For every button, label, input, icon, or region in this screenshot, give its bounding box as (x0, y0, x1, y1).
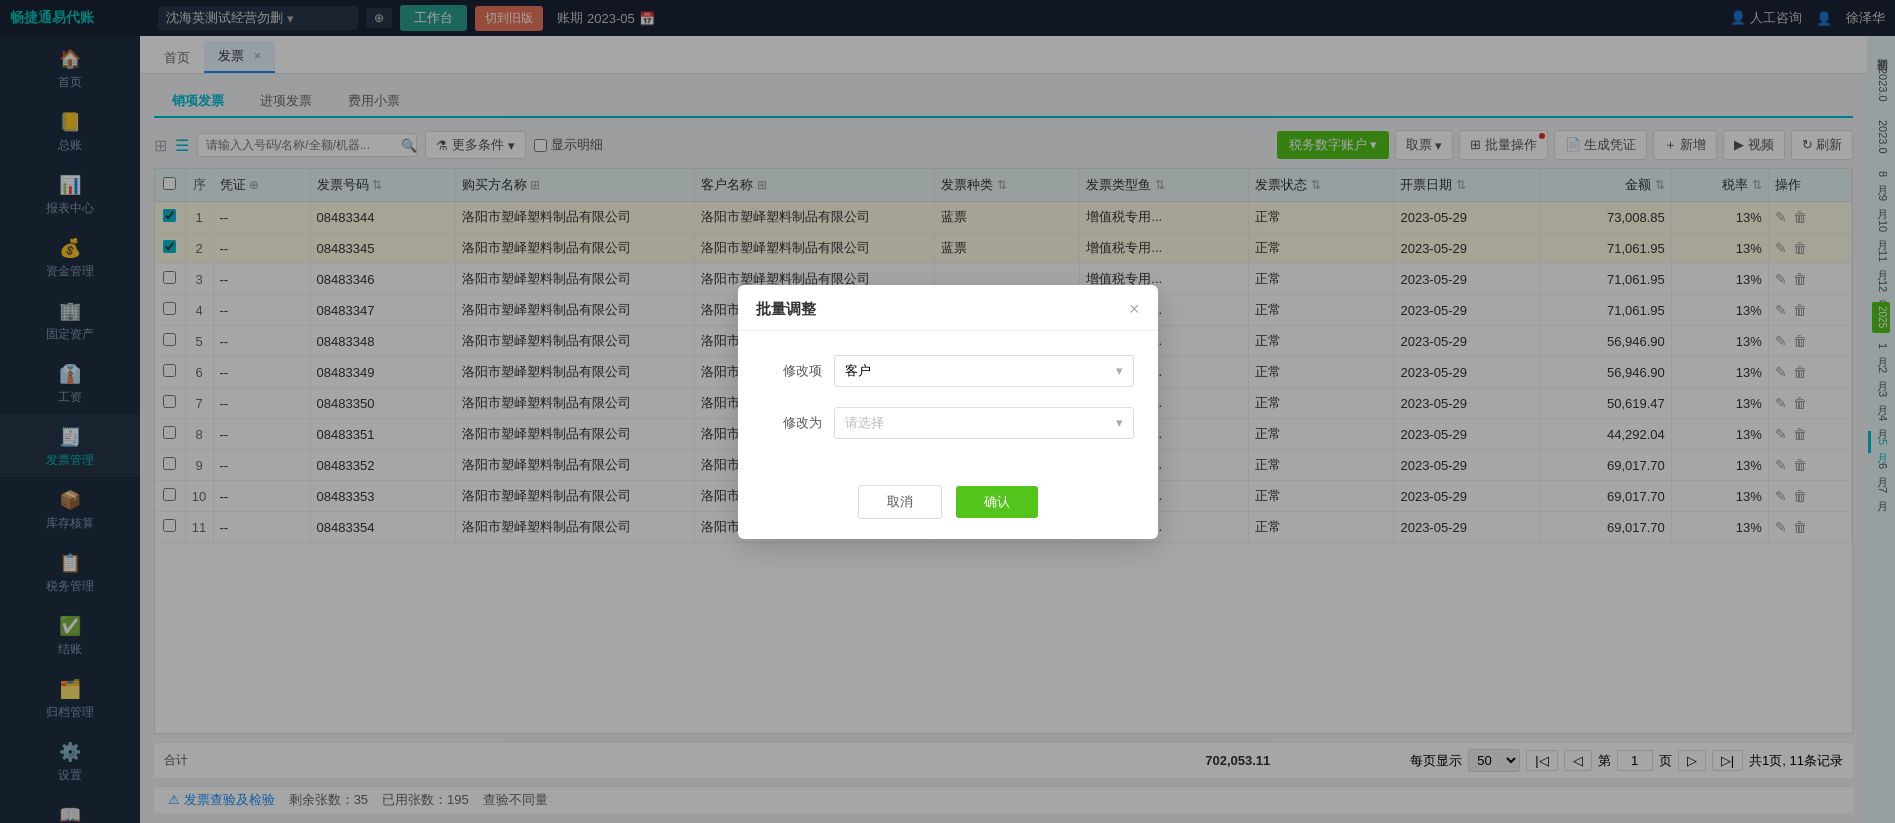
dialog-footer: 取消 确认 (738, 475, 1158, 539)
confirm-btn[interactable]: 确认 (956, 486, 1038, 518)
field-select[interactable]: 客户 ▾ (834, 355, 1134, 387)
field-label: 修改项 (762, 362, 822, 380)
field-value: 客户 (845, 362, 871, 380)
dialog-title: 批量调整 (756, 300, 816, 319)
dialog-overlay[interactable]: 批量调整 × 修改项 客户 ▾ 修改为 请选择 ▾ 取消 确认 (0, 0, 1895, 823)
cancel-btn[interactable]: 取消 (858, 485, 942, 519)
batch-adjust-dialog: 批量调整 × 修改项 客户 ▾ 修改为 请选择 ▾ 取消 确认 (738, 285, 1158, 539)
dialog-header: 批量调整 × (738, 285, 1158, 331)
dialog-row-field: 修改项 客户 ▾ (762, 355, 1134, 387)
field-arrow-icon: ▾ (1116, 363, 1123, 378)
dialog-close-btn[interactable]: × (1129, 299, 1140, 320)
change-label: 修改为 (762, 414, 822, 432)
change-placeholder: 请选择 (845, 414, 884, 432)
dialog-body: 修改项 客户 ▾ 修改为 请选择 ▾ (738, 331, 1158, 475)
change-arrow-icon: ▾ (1116, 415, 1123, 430)
change-select[interactable]: 请选择 ▾ (834, 407, 1134, 439)
dialog-row-change: 修改为 请选择 ▾ (762, 407, 1134, 439)
